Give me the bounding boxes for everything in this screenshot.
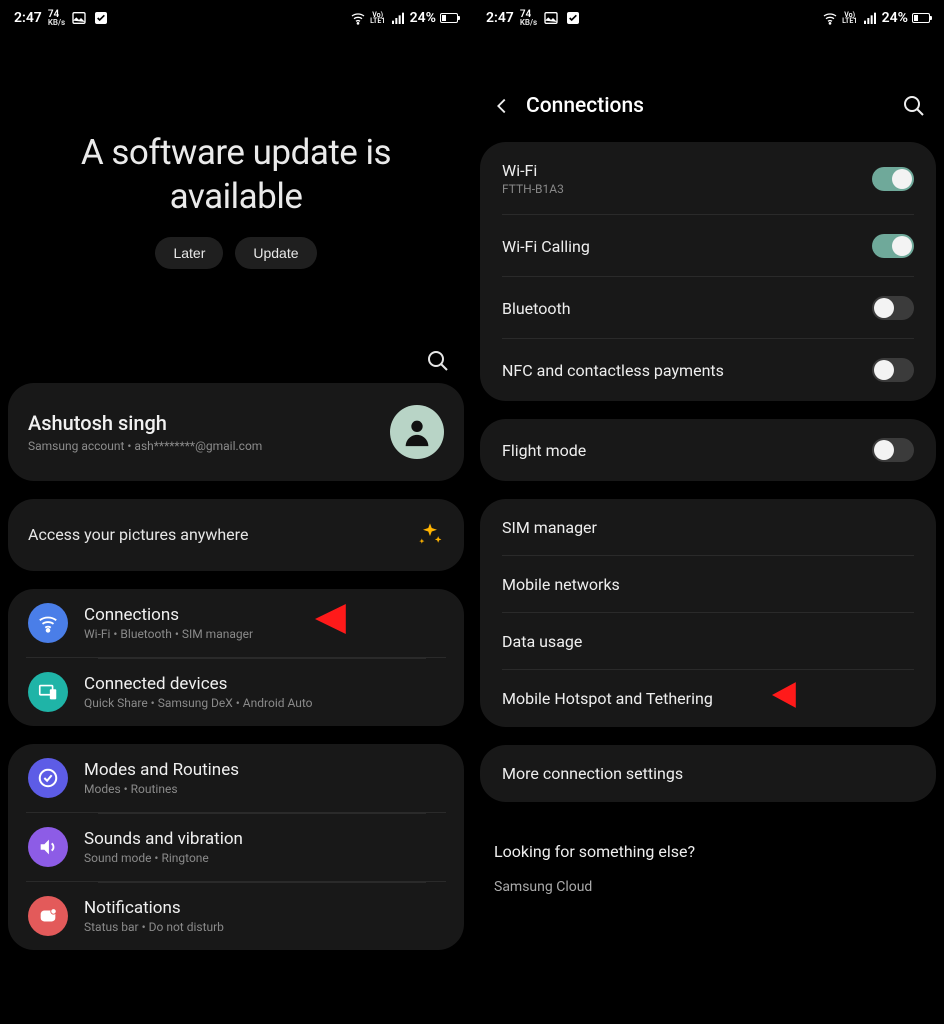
settings-item-notifications[interactable]: Notifications Status bar • Do not distur… (26, 881, 446, 950)
flight-mode-row[interactable]: Flight mode (480, 419, 936, 481)
nav-bar: Connections (472, 36, 944, 142)
avatar (390, 405, 444, 459)
sim-manager-row[interactable]: SIM manager (480, 499, 936, 556)
row-title: Connected devices (84, 674, 313, 694)
wifi-calling-toggle[interactable] (872, 234, 914, 258)
account-name: Ashutosh singh (28, 411, 262, 435)
row-title: Mobile networks (502, 575, 620, 594)
settings-group-1: Connections Wi-Fi • Bluetooth • SIM mana… (8, 589, 464, 726)
battery-percent: 24% (410, 10, 436, 26)
samsung-cloud-link[interactable]: Samsung Cloud (494, 879, 922, 895)
wifi-icon (350, 10, 366, 26)
notification-icon (28, 896, 68, 936)
row-title: Data usage (502, 632, 582, 651)
wifi-calling-row[interactable]: Wi-Fi Calling (480, 215, 936, 277)
red-arrow-annotation (314, 597, 404, 641)
devices-icon (28, 672, 68, 712)
bluetooth-toggle[interactable] (872, 296, 914, 320)
row-title: More connection settings (502, 764, 683, 783)
clock: 2:47 (486, 10, 514, 26)
later-button[interactable]: Later (155, 237, 223, 269)
nfc-row[interactable]: NFC and contactless payments (480, 339, 936, 401)
mobile-networks-row[interactable]: Mobile networks (480, 556, 936, 613)
wifi-row[interactable]: Wi-Fi FTTH-B1A3 (480, 142, 936, 215)
row-subtitle: Quick Share • Samsung DeX • Android Auto (84, 696, 313, 710)
wifi-toggle[interactable] (872, 167, 914, 191)
settings-item-modes[interactable]: Modes and Routines Modes • Routines (8, 744, 464, 812)
red-arrow-annotation (771, 678, 841, 712)
connections-group-4: More connection settings (480, 745, 936, 802)
data-usage-row[interactable]: Data usage (480, 613, 936, 670)
search-icon[interactable] (902, 94, 926, 118)
flight-mode-toggle[interactable] (872, 438, 914, 462)
row-subtitle: Wi-Fi • Bluetooth • SIM manager (84, 627, 253, 641)
row-subtitle: Modes • Routines (84, 782, 239, 796)
battery-percent: 24% (882, 10, 908, 26)
row-title: Modes and Routines (84, 760, 239, 780)
settings-item-connections[interactable]: Connections Wi-Fi • Bluetooth • SIM mana… (8, 589, 464, 657)
account-sub: Samsung account • ash********@gmail.com (28, 439, 262, 453)
status-bar: 2:47 74 KB/s Vo)LTE1 24% (0, 0, 472, 36)
left-screenshot: 2:47 74 KB/s Vo)LTE1 24% A softwa (0, 0, 472, 1024)
row-title: Notifications (84, 898, 224, 918)
status-bar: 2:47 74 KB/s Vo)LTE1 24% (472, 0, 944, 36)
image-icon (543, 10, 559, 26)
volte-icon: Vo)LTE1 (842, 10, 858, 26)
row-title: Sounds and vibration (84, 829, 243, 849)
signal-icon (390, 10, 406, 26)
row-subtitle: FTTH-B1A3 (502, 182, 564, 196)
row-title: Wi-Fi (502, 161, 564, 180)
more-connection-settings-row[interactable]: More connection settings (480, 745, 936, 802)
account-card[interactable]: Ashutosh singh Samsung account • ash****… (8, 383, 464, 481)
search-icon[interactable] (426, 349, 450, 373)
looking-section: Looking for something else? Samsung Clou… (472, 820, 944, 899)
back-button[interactable] (484, 88, 520, 124)
clock: 2:47 (14, 10, 42, 26)
connections-group-3: SIM manager Mobile networks Data usage M… (480, 499, 936, 727)
update-hero: A software update is available Later Upd… (0, 36, 472, 289)
battery-icon (912, 13, 930, 23)
signal-icon (862, 10, 878, 26)
row-title: Wi-Fi Calling (502, 237, 590, 256)
checkmark-icon (93, 10, 109, 26)
row-title: Flight mode (502, 441, 586, 460)
page-title: Connections (526, 94, 902, 118)
sound-icon (28, 827, 68, 867)
bluetooth-row[interactable]: Bluetooth (480, 277, 936, 339)
pictures-label: Access your pictures anywhere (28, 525, 248, 544)
row-subtitle: Status bar • Do not disturb (84, 920, 224, 934)
connections-group-1: Wi-Fi FTTH-B1A3 Wi-Fi Calling Bluetooth … (480, 142, 936, 401)
looking-question: Looking for something else? (494, 842, 922, 861)
check-circle-icon (28, 758, 68, 798)
right-screenshot: 2:47 74 KB/s Vo)LTE1 24% (472, 0, 944, 1024)
settings-item-sounds[interactable]: Sounds and vibration Sound mode • Ringto… (26, 812, 446, 881)
net-speed: 74 KB/s (48, 10, 65, 26)
checkmark-icon (565, 10, 581, 26)
wifi-icon (28, 603, 68, 643)
row-title: Mobile Hotspot and Tethering (502, 689, 713, 708)
sparkle-icon (416, 521, 444, 549)
settings-group-2: Modes and Routines Modes • Routines Soun… (8, 744, 464, 950)
row-title: Bluetooth (502, 299, 571, 318)
update-button[interactable]: Update (235, 237, 316, 269)
row-title: Connections (84, 605, 253, 625)
image-icon (71, 10, 87, 26)
row-title: NFC and contactless payments (502, 361, 724, 380)
volte-icon: Vo)LTE1 (370, 10, 386, 26)
settings-item-connected-devices[interactable]: Connected devices Quick Share • Samsung … (26, 657, 446, 726)
row-subtitle: Sound mode • Ringtone (84, 851, 243, 865)
net-speed: 74 KB/s (520, 10, 537, 26)
pictures-card[interactable]: Access your pictures anywhere (8, 499, 464, 571)
hero-title: A software update is available (20, 131, 452, 219)
battery-icon (440, 13, 458, 23)
connections-group-2: Flight mode (480, 419, 936, 481)
wifi-icon (822, 10, 838, 26)
row-title: SIM manager (502, 518, 597, 537)
mobile-hotspot-row[interactable]: Mobile Hotspot and Tethering (480, 670, 936, 727)
nfc-toggle[interactable] (872, 358, 914, 382)
